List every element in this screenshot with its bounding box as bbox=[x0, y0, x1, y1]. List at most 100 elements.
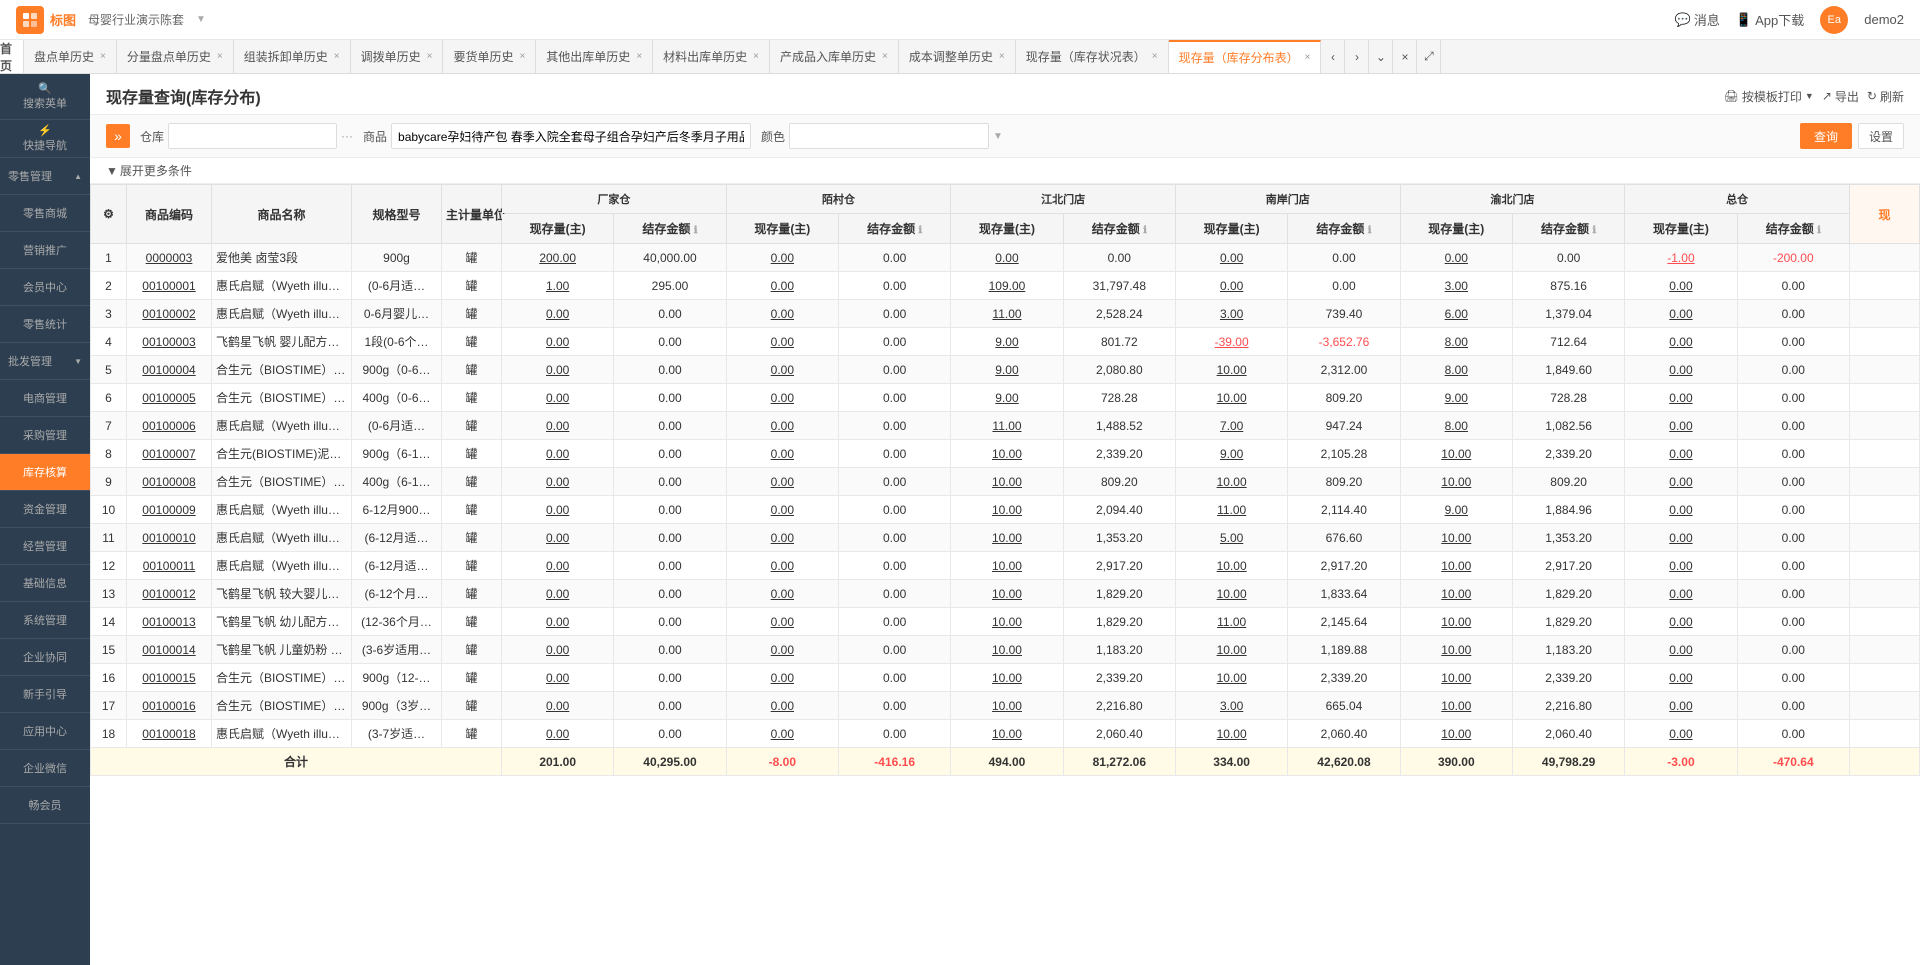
jiangbei-cost-info[interactable]: ℹ bbox=[1143, 225, 1147, 236]
app-download-btn[interactable]: 📱 App下载 bbox=[1736, 10, 1804, 29]
cell-changjia-curr[interactable]: 0.00 bbox=[502, 300, 614, 328]
cell-jiangbei-curr[interactable]: 109.00 bbox=[951, 272, 1063, 300]
cell-yubei-curr[interactable]: 10.00 bbox=[1400, 608, 1512, 636]
mucun-cost-info[interactable]: ℹ bbox=[918, 225, 922, 236]
table-container[interactable]: ⚙ 商品编码 商品名称 规格型号 主计量单位 厂家仓 陌村仓 江北门店 南岸门店… bbox=[90, 184, 1920, 965]
cell-nanan-curr[interactable]: 9.00 bbox=[1175, 440, 1287, 468]
cell-code[interactable]: 00100002 bbox=[127, 300, 212, 328]
setting-btn[interactable]: 设置 bbox=[1858, 123, 1904, 149]
tab-next-btn[interactable]: › bbox=[1345, 40, 1369, 74]
cell-zongcang-curr[interactable]: 0.00 bbox=[1625, 272, 1737, 300]
cell-yubei-curr[interactable]: 8.00 bbox=[1400, 356, 1512, 384]
cell-zongcang-curr[interactable]: 0.00 bbox=[1625, 608, 1737, 636]
tab-chengben[interactable]: 成本调整单历史 × bbox=[899, 40, 1016, 74]
sidebar-item-vip[interactable]: 畅会员 bbox=[0, 787, 90, 824]
tab-fenpandian[interactable]: 分量盘点单历史 × bbox=[117, 40, 234, 74]
cell-changjia-curr[interactable]: 0.00 bbox=[502, 440, 614, 468]
tab-close-all-btn[interactable]: × bbox=[1393, 40, 1417, 74]
cell-changjia-curr[interactable]: 0.00 bbox=[502, 720, 614, 748]
sidebar-item-finance[interactable]: 资金管理 bbox=[0, 491, 90, 528]
settings-icon[interactable]: ⚙ bbox=[103, 207, 114, 221]
cell-mucun-curr[interactable]: 0.00 bbox=[726, 412, 838, 440]
color-dropdown-icon[interactable]: ▼ bbox=[993, 131, 1003, 142]
cell-mucun-curr[interactable]: 0.00 bbox=[726, 300, 838, 328]
tab-diaopo[interactable]: 调拨单历史 × bbox=[351, 40, 444, 74]
cell-changjia-curr[interactable]: 0.00 bbox=[502, 328, 614, 356]
sidebar-nav[interactable]: ⚡ 快捷导航 bbox=[0, 120, 90, 158]
warehouse-dots[interactable]: ··· bbox=[341, 129, 353, 143]
cell-code[interactable]: 00100001 bbox=[127, 272, 212, 300]
tab-xiancun-status-close[interactable]: × bbox=[1152, 51, 1158, 62]
cell-yubei-curr[interactable]: 8.00 bbox=[1400, 412, 1512, 440]
cell-jiangbei-curr[interactable]: 11.00 bbox=[951, 300, 1063, 328]
cell-jiangbei-curr[interactable]: 10.00 bbox=[951, 608, 1063, 636]
cell-nanan-curr[interactable]: 7.00 bbox=[1175, 412, 1287, 440]
company-dropdown-icon[interactable]: ▼ bbox=[196, 14, 206, 25]
sidebar-item-operations[interactable]: 经营管理 bbox=[0, 528, 90, 565]
cell-mucun-curr[interactable]: 0.00 bbox=[726, 468, 838, 496]
cell-jiangbei-curr[interactable]: 10.00 bbox=[951, 664, 1063, 692]
tab-fenpandian-close[interactable]: × bbox=[217, 51, 223, 62]
nanan-cost-info[interactable]: ℹ bbox=[1368, 225, 1372, 236]
refresh-btn[interactable]: ↻ 刷新 bbox=[1867, 88, 1904, 105]
cell-yubei-curr[interactable]: 10.00 bbox=[1400, 720, 1512, 748]
tab-prev-btn[interactable]: ‹ bbox=[1321, 40, 1345, 74]
cell-code[interactable]: 00100006 bbox=[127, 412, 212, 440]
cell-yubei-curr[interactable]: 10.00 bbox=[1400, 552, 1512, 580]
cell-nanan-curr[interactable]: 10.00 bbox=[1175, 552, 1287, 580]
cell-yubei-curr[interactable]: 10.00 bbox=[1400, 580, 1512, 608]
sidebar-item-purchase[interactable]: 采购管理 bbox=[0, 417, 90, 454]
yubei-cost-info[interactable]: ℹ bbox=[1592, 225, 1596, 236]
cell-jiangbei-curr[interactable]: 10.00 bbox=[951, 692, 1063, 720]
cell-mucun-curr[interactable]: 0.00 bbox=[726, 244, 838, 272]
sidebar-item-mall[interactable]: 零售商城 bbox=[0, 195, 90, 232]
cell-code[interactable]: 00100012 bbox=[127, 580, 212, 608]
cell-jiangbei-curr[interactable]: 9.00 bbox=[951, 328, 1063, 356]
message-btn[interactable]: 💬 消息 bbox=[1675, 10, 1720, 29]
cell-zongcang-curr[interactable]: 0.00 bbox=[1625, 496, 1737, 524]
tab-diaopo-close[interactable]: × bbox=[427, 51, 433, 62]
sidebar-item-system[interactable]: 系统管理 bbox=[0, 602, 90, 639]
tab-expand-btn[interactable]: ⤢ bbox=[1417, 40, 1441, 74]
cell-nanan-curr[interactable]: 5.00 bbox=[1175, 524, 1287, 552]
cell-nanan-curr[interactable]: 10.00 bbox=[1175, 468, 1287, 496]
cell-jiangbei-curr[interactable]: 10.00 bbox=[951, 720, 1063, 748]
cell-changjia-curr[interactable]: 0.00 bbox=[502, 468, 614, 496]
cell-nanan-curr[interactable]: 10.00 bbox=[1175, 720, 1287, 748]
sidebar-item-retail[interactable]: 零售管理 ▲ bbox=[0, 158, 90, 195]
cell-changjia-curr[interactable]: 0.00 bbox=[502, 608, 614, 636]
tab-xiancun-dist[interactable]: 现存量（库存分布表） × bbox=[1169, 40, 1322, 74]
tab-dropdown-btn[interactable]: ⌄ bbox=[1369, 40, 1393, 74]
cell-changjia-curr[interactable]: 0.00 bbox=[502, 636, 614, 664]
cell-changjia-curr[interactable]: 0.00 bbox=[502, 496, 614, 524]
tab-qitachuku-close[interactable]: × bbox=[636, 51, 642, 62]
print-btn[interactable]: 🖨 按模板打印 ▼ bbox=[1724, 88, 1814, 105]
cell-jiangbei-curr[interactable]: 10.00 bbox=[951, 636, 1063, 664]
cell-changjia-curr[interactable]: 0.00 bbox=[502, 692, 614, 720]
cell-mucun-curr[interactable]: 0.00 bbox=[726, 524, 838, 552]
cell-nanan-curr[interactable]: 11.00 bbox=[1175, 496, 1287, 524]
warehouse-input[interactable] bbox=[168, 123, 337, 149]
tab-cailiao-close[interactable]: × bbox=[753, 51, 759, 62]
cell-jiangbei-curr[interactable]: 10.00 bbox=[951, 440, 1063, 468]
cell-yubei-curr[interactable]: 10.00 bbox=[1400, 664, 1512, 692]
cell-mucun-curr[interactable]: 0.00 bbox=[726, 636, 838, 664]
cell-changjia-curr[interactable]: 0.00 bbox=[502, 384, 614, 412]
cell-yubei-curr[interactable]: 10.00 bbox=[1400, 440, 1512, 468]
cell-yubei-curr[interactable]: 0.00 bbox=[1400, 244, 1512, 272]
tab-chancheng-close[interactable]: × bbox=[882, 51, 888, 62]
cell-code[interactable]: 00100016 bbox=[127, 692, 212, 720]
cell-code[interactable]: 00100014 bbox=[127, 636, 212, 664]
cell-nanan-curr[interactable]: 10.00 bbox=[1175, 664, 1287, 692]
changjia-cost-info[interactable]: ℹ bbox=[694, 225, 698, 236]
cell-yubei-curr[interactable]: 9.00 bbox=[1400, 496, 1512, 524]
sidebar-item-member[interactable]: 会员中心 bbox=[0, 269, 90, 306]
cell-yubei-curr[interactable]: 10.00 bbox=[1400, 524, 1512, 552]
product-input[interactable] bbox=[391, 123, 751, 149]
cell-code[interactable]: 00100013 bbox=[127, 608, 212, 636]
sidebar-item-retail-stat[interactable]: 零售统计 bbox=[0, 306, 90, 343]
cell-nanan-curr[interactable]: 10.00 bbox=[1175, 356, 1287, 384]
sidebar-item-marketing[interactable]: 营销推广 bbox=[0, 232, 90, 269]
cell-changjia-curr[interactable]: 0.00 bbox=[502, 552, 614, 580]
th-settings[interactable]: ⚙ bbox=[91, 185, 127, 244]
